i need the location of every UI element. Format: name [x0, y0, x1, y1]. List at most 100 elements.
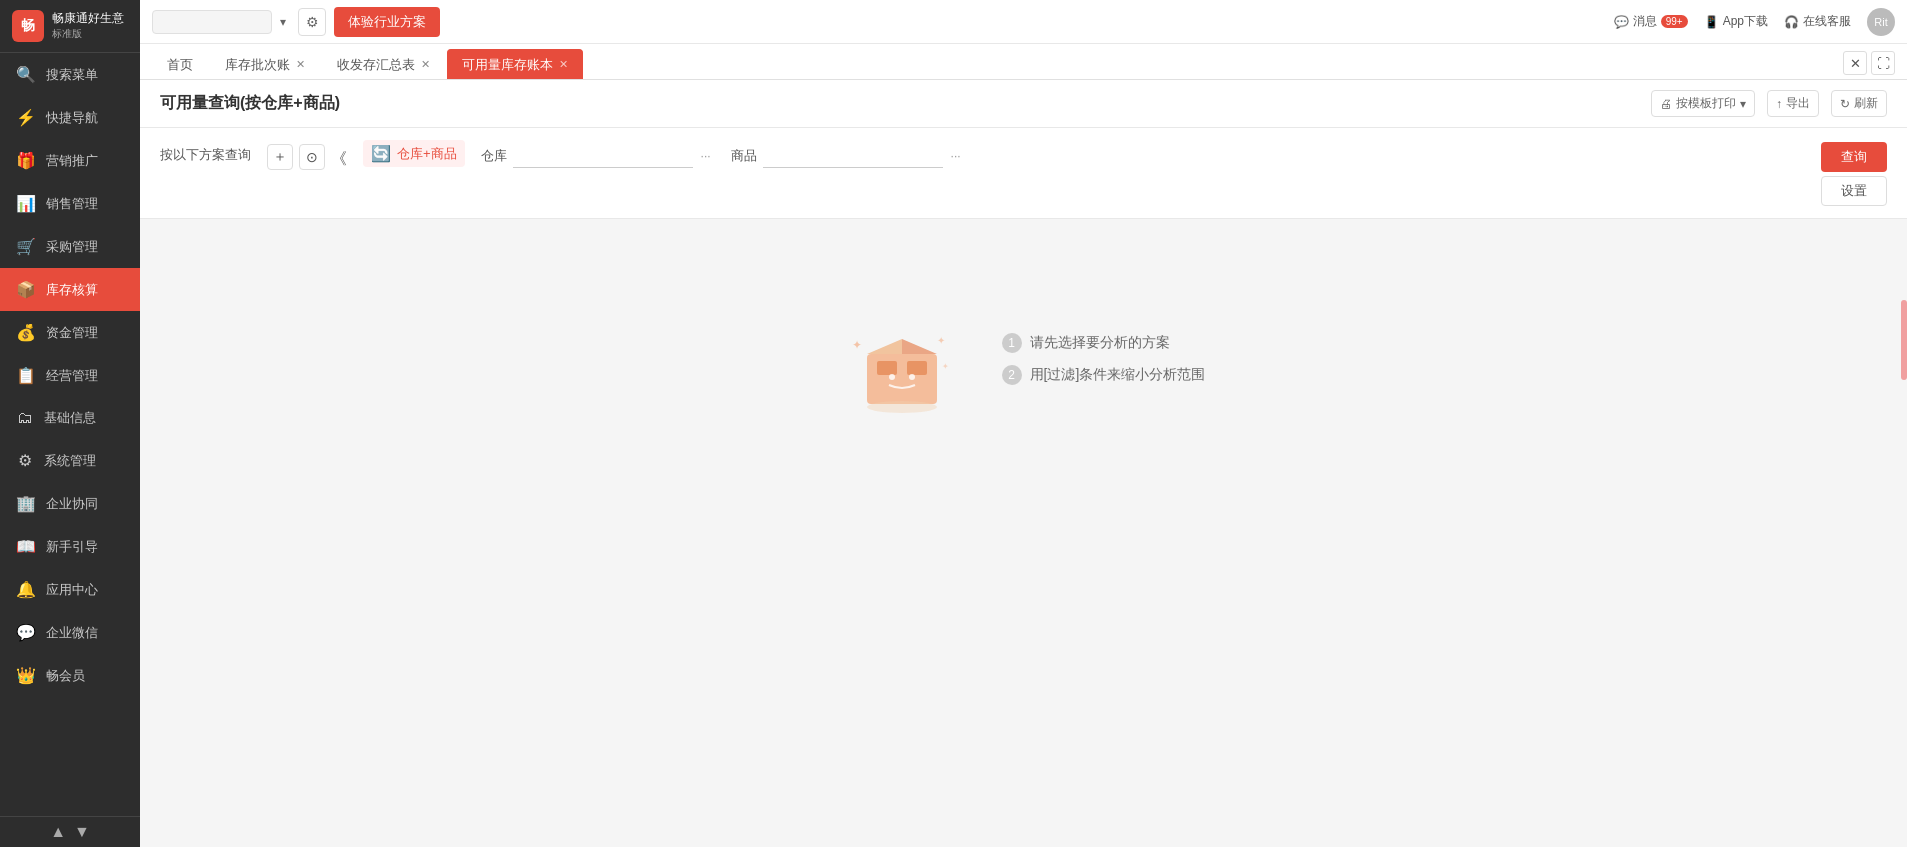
tab-collect-account[interactable]: 收发存汇总表 ✕ [322, 49, 445, 79]
sidebar-item-search[interactable]: 🔍 搜索菜单 [0, 53, 140, 96]
headset-icon: 🎧 [1784, 15, 1799, 29]
chart-icon: 📊 [16, 194, 36, 213]
filter-actions: ＋ ⊙ 《 [267, 140, 347, 170]
user-avatar[interactable]: Rit [1867, 8, 1895, 36]
empty-hint-1: 1 请先选择要分析的方案 [1002, 333, 1206, 353]
scheme-warehouse-product[interactable]: 🔄 仓库+商品 [363, 140, 465, 167]
sidebar-item-label: 采购管理 [46, 238, 98, 256]
sidebar-item-wechat[interactable]: 💬 企业微信 [0, 611, 140, 654]
box-icon: 📦 [16, 280, 36, 299]
tabbar: 首页 库存批次账 ✕ 收发存汇总表 ✕ 可用量库存账本 ✕ ✕ ⛶ [140, 44, 1907, 80]
sidebar-item-label: 畅会员 [46, 667, 85, 685]
sidebar-item-apps[interactable]: 🔔 应用中心 [0, 568, 140, 611]
topbar-search-dropdown[interactable]: ▾ [276, 13, 290, 31]
topbar: ▾ ⚙ 体验行业方案 💬 消息 99+ 📱 App下载 🎧 在线客服 Rit [140, 0, 1907, 44]
sidebar-item-label: 经营管理 [46, 367, 98, 385]
filter-settings-button[interactable]: ⊙ [299, 144, 325, 170]
filter-add-button[interactable]: ＋ [267, 144, 293, 170]
sidebar-item-newbie[interactable]: 📖 新手引导 [0, 525, 140, 568]
sidebar-item-system[interactable]: ⚙ 系统管理 [0, 439, 140, 482]
folder-icon: 🗂 [16, 409, 34, 427]
topbar-app-download[interactable]: 📱 App下载 [1704, 13, 1768, 30]
sidebar-item-label: 资金管理 [46, 324, 98, 342]
sidebar-item-label: 企业微信 [46, 624, 98, 642]
product-input-group: 商品 ··· [731, 144, 961, 168]
sidebar-item-inventory[interactable]: 📦 库存核算 [0, 268, 140, 311]
filter-query-buttons: 查询 设置 [1821, 140, 1887, 206]
sidebar-logo[interactable]: 畅 畅康通好生意 标准版 [0, 0, 140, 53]
shortcut-icon: ⚡ [16, 108, 36, 127]
tab-close-button[interactable]: ✕ [1843, 51, 1867, 75]
online-service-label: 在线客服 [1803, 13, 1851, 30]
gift-icon: 🎁 [16, 151, 36, 170]
tab-home[interactable]: 首页 [152, 49, 208, 79]
product-input[interactable] [763, 144, 943, 168]
money-icon: 💰 [16, 323, 36, 342]
app-name: 畅康通好生意 [52, 11, 124, 27]
svg-point-7 [867, 401, 937, 413]
sidebar-item-shortcut[interactable]: ⚡ 快捷导航 [0, 96, 140, 139]
svg-rect-0 [867, 354, 937, 404]
empty-hints: 1 请先选择要分析的方案 2 用[过滤]条件来缩小分析范围 [1002, 333, 1206, 385]
main-area: ▾ ⚙ 体验行业方案 💬 消息 99+ 📱 App下载 🎧 在线客服 Rit 首… [140, 0, 1907, 847]
clipboard-icon: 📋 [16, 366, 36, 385]
crown-icon: 👑 [16, 666, 36, 685]
filter-schemes: 🔄 仓库+商品 [363, 140, 465, 167]
tabbar-controls: ✕ ⛶ [1843, 51, 1895, 79]
svg-text:✦: ✦ [852, 338, 862, 352]
topbar-industry-button[interactable]: 体验行业方案 [334, 7, 440, 37]
warehouse-input[interactable] [513, 144, 693, 168]
topbar-message[interactable]: 💬 消息 99+ [1614, 13, 1688, 30]
tab-available-ledger-close[interactable]: ✕ [559, 58, 568, 71]
svg-rect-3 [877, 361, 897, 375]
svg-point-5 [889, 374, 895, 380]
hint-2-number: 2 [1002, 365, 1022, 385]
right-scroll-indicator[interactable] [1901, 300, 1907, 380]
topbar-gear-button[interactable]: ⚙ [298, 8, 326, 36]
settings-button[interactable]: 设置 [1821, 176, 1887, 206]
sidebar-item-vip[interactable]: 👑 畅会员 [0, 654, 140, 697]
sidebar-item-enterprise[interactable]: 🏢 企业协同 [0, 482, 140, 525]
filter-inputs: 仓库 ··· 商品 ··· [481, 140, 1805, 168]
export-button[interactable]: ↑ 导出 [1767, 90, 1819, 117]
warehouse-more-btn[interactable]: ··· [701, 149, 711, 163]
print-button[interactable]: 🖨 按模板打印 ▾ [1651, 90, 1755, 117]
empty-state: ✦ ✦ ✦ 1 请先选择要分析的方案 2 用[过滤]条件来缩小分析范围 [140, 219, 1907, 499]
tab-available-ledger[interactable]: 可用量库存账本 ✕ [447, 49, 583, 79]
sidebar-item-finance[interactable]: 💰 资金管理 [0, 311, 140, 354]
sidebar-item-operations[interactable]: 📋 经营管理 [0, 354, 140, 397]
sidebar-item-label: 销售管理 [46, 195, 98, 213]
sidebar-item-label: 新手引导 [46, 538, 98, 556]
svg-point-6 [909, 374, 915, 380]
building-icon: 🏢 [16, 494, 36, 513]
sidebar-item-marketing[interactable]: 🎁 营销推广 [0, 139, 140, 182]
app-download-label: App下载 [1723, 13, 1768, 30]
filter-collapse-button[interactable]: 《 [331, 145, 347, 170]
tab-batch-account[interactable]: 库存批次账 ✕ [210, 49, 320, 79]
topbar-right: 💬 消息 99+ 📱 App下载 🎧 在线客服 Rit [1614, 8, 1895, 36]
query-button[interactable]: 查询 [1821, 142, 1887, 172]
tab-maximize-button[interactable]: ⛶ [1871, 51, 1895, 75]
topbar-search-input[interactable] [152, 10, 272, 34]
sidebar-item-label: 系统管理 [44, 452, 96, 470]
tab-home-label: 首页 [167, 56, 193, 74]
tab-collect-account-label: 收发存汇总表 [337, 56, 415, 74]
page-header-actions: 🖨 按模板打印 ▾ ↑ 导出 ↻ 刷新 [1651, 90, 1887, 117]
sidebar-item-basic[interactable]: 🗂 基础信息 [0, 397, 140, 439]
sidebar-scroll-down[interactable]: ▼ [74, 823, 90, 841]
sidebar-item-label: 快捷导航 [46, 109, 98, 127]
sidebar-item-sales[interactable]: 📊 销售管理 [0, 182, 140, 225]
page-title: 可用量查询(按仓库+商品) [160, 93, 340, 114]
print-dropdown-icon[interactable]: ▾ [1740, 97, 1746, 111]
sidebar-item-purchase[interactable]: 🛒 采购管理 [0, 225, 140, 268]
tab-batch-account-close[interactable]: ✕ [296, 58, 305, 71]
filter-area: 按以下方案查询 ＋ ⊙ 《 🔄 仓库+商品 仓库 ··· 商品 [140, 128, 1907, 219]
refresh-button[interactable]: ↻ 刷新 [1831, 90, 1887, 117]
product-label: 商品 [731, 147, 757, 165]
product-more-btn[interactable]: ··· [951, 149, 961, 163]
tab-collect-account-close[interactable]: ✕ [421, 58, 430, 71]
cart-icon: 🛒 [16, 237, 36, 256]
page-header: 可用量查询(按仓库+商品) 🖨 按模板打印 ▾ ↑ 导出 ↻ 刷新 [140, 80, 1907, 128]
sidebar-scroll-up[interactable]: ▲ [50, 823, 66, 841]
topbar-online-service[interactable]: 🎧 在线客服 [1784, 13, 1851, 30]
